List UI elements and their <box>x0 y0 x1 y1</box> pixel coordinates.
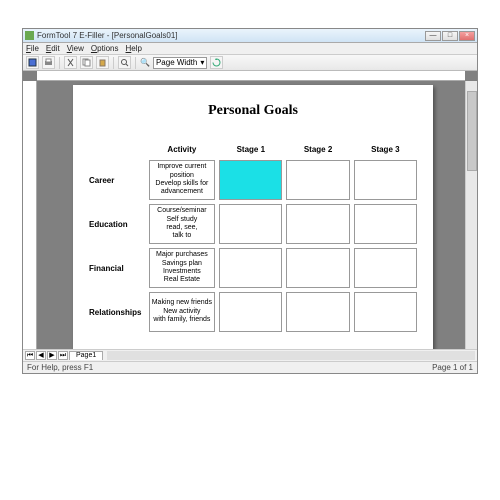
row-label: Relationships <box>89 292 145 332</box>
form-cell[interactable]: Course/seminarSelf studyread, see,talk t… <box>149 204 216 244</box>
app-window: FormTool 7 E-Filler - [PersonalGoals01] … <box>22 28 478 374</box>
cut-icon[interactable] <box>64 56 77 69</box>
table-row: RelationshipsMaking new friendsNew activ… <box>89 292 417 332</box>
ruler-vertical <box>23 81 37 349</box>
table-row: EducationCourse/seminarSelf studyread, s… <box>89 204 417 244</box>
copy-icon[interactable] <box>80 56 93 69</box>
print-icon[interactable] <box>42 56 55 69</box>
table-row: CareerImprove current positionDevelop sk… <box>89 160 417 200</box>
form-cell[interactable] <box>286 248 349 288</box>
app-icon <box>25 31 34 40</box>
toolbar-separator <box>135 57 136 69</box>
titlebar-text: FormTool 7 E-Filler - [PersonalGoals01] <box>37 31 425 40</box>
save-icon[interactable] <box>26 56 39 69</box>
toolbar-separator <box>59 57 60 69</box>
toolbar-separator <box>113 57 114 69</box>
scrollbar-thumb[interactable] <box>467 91 477 171</box>
zoom-icon: 🔍 <box>140 58 150 67</box>
form-cell[interactable] <box>219 204 282 244</box>
tab-scroll-area[interactable] <box>107 351 475 360</box>
form-cell[interactable] <box>286 292 349 332</box>
menu-view[interactable]: View <box>67 44 84 53</box>
row-label: Financial <box>89 248 145 288</box>
tab-prev-icon[interactable]: ◀ <box>36 351 46 360</box>
form-cell[interactable] <box>354 204 417 244</box>
tab-page1[interactable]: Page1 <box>69 351 103 360</box>
tab-last-icon[interactable]: ⏭ <box>58 351 68 360</box>
zoom-dropdown[interactable]: Page Width ▾ <box>153 57 207 69</box>
row-label: Career <box>89 160 145 200</box>
col-header: Stage 2 <box>286 143 349 156</box>
minimize-button[interactable]: — <box>425 31 441 41</box>
window-controls: — □ × <box>425 31 475 41</box>
table-row: FinancialMajor purchasesSavings planInve… <box>89 248 417 288</box>
document-title: Personal Goals <box>85 103 421 119</box>
tab-next-icon[interactable]: ▶ <box>47 351 57 360</box>
document-page: Personal Goals Activity Stage 1 Stage 2 … <box>73 85 433 349</box>
col-header: Stage 3 <box>354 143 417 156</box>
form-cell[interactable] <box>219 160 282 200</box>
menu-help[interactable]: Help <box>126 44 142 53</box>
toolbar: 🔍 Page Width ▾ <box>23 55 477 71</box>
workspace: Personal Goals Activity Stage 1 Stage 2 … <box>23 71 477 349</box>
titlebar: FormTool 7 E-Filler - [PersonalGoals01] … <box>23 29 477 43</box>
row-label: Education <box>89 204 145 244</box>
form-cell[interactable] <box>354 160 417 200</box>
tab-first-icon[interactable]: ⏮ <box>25 351 35 360</box>
zoom-value: Page Width <box>156 58 197 67</box>
statusbar: For Help, press F1 Page 1 of 1 <box>23 361 477 373</box>
tabbar: ⏮ ◀ ▶ ⏭ Page1 <box>23 349 477 361</box>
find-icon[interactable] <box>118 56 131 69</box>
col-header: Stage 1 <box>219 143 282 156</box>
form-cell[interactable] <box>219 248 282 288</box>
form-cell[interactable]: Making new friendsNew activitywith famil… <box>149 292 216 332</box>
form-cell[interactable] <box>219 292 282 332</box>
form-cell[interactable]: Improve current positionDevelop skills f… <box>149 160 216 200</box>
chevron-down-icon: ▾ <box>200 58 204 67</box>
status-page: Page 1 of 1 <box>432 363 473 372</box>
form-cell[interactable] <box>354 248 417 288</box>
form-cell[interactable] <box>286 204 349 244</box>
form-cell[interactable]: Major purchasesSavings planInvestmentsRe… <box>149 248 216 288</box>
status-help: For Help, press F1 <box>27 363 93 372</box>
maximize-button[interactable]: □ <box>442 31 458 41</box>
close-button[interactable]: × <box>459 31 475 41</box>
col-header: Activity <box>149 143 216 156</box>
paste-icon[interactable] <box>96 56 109 69</box>
menu-edit[interactable]: Edit <box>46 44 60 53</box>
form-cell[interactable] <box>354 292 417 332</box>
refresh-icon[interactable] <box>210 56 223 69</box>
menu-file[interactable]: File <box>26 44 39 53</box>
form-cell[interactable] <box>286 160 349 200</box>
scrollbar-vertical[interactable] <box>465 81 477 349</box>
menubar: File Edit View Options Help <box>23 43 477 55</box>
goals-table: Activity Stage 1 Stage 2 Stage 3 CareerI… <box>85 139 421 336</box>
ruler-horizontal <box>37 71 465 81</box>
menu-options[interactable]: Options <box>91 44 119 53</box>
